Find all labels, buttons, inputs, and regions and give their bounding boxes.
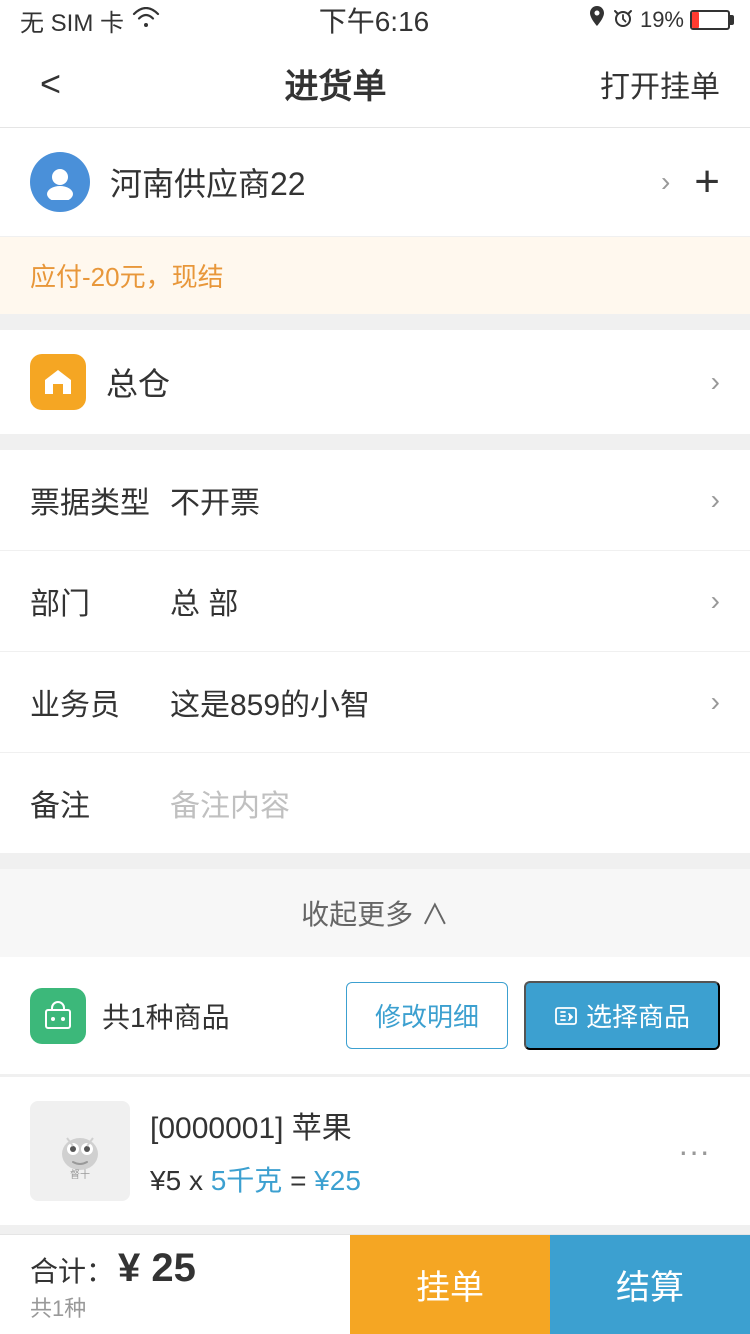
supplier-avatar xyxy=(30,152,90,212)
battery-label: 19% xyxy=(640,7,684,33)
remark-placeholder: 备注内容 xyxy=(150,781,720,825)
department-label: 部门 xyxy=(30,579,150,623)
collapse-text: 收起更多 ∧ xyxy=(301,893,449,933)
product-unit-price: ¥5 xyxy=(150,1165,181,1196)
products-section: 共1种商品 修改明细 选择商品 督十 xyxy=(0,957,750,1225)
supplier-name: 河南供应商22 xyxy=(110,159,661,205)
location-icon xyxy=(588,6,606,34)
chevron-icon: › xyxy=(711,484,720,516)
page-title: 进货单 xyxy=(285,59,387,108)
status-left: 无 SIM 卡 xyxy=(20,3,160,38)
status-bar: 无 SIM 卡 下午6:16 19% xyxy=(0,0,750,40)
department-row[interactable]: 部门 总 部 › xyxy=(0,551,750,652)
chevron-icon: › xyxy=(711,585,720,617)
total-label: 合计： xyxy=(30,1250,114,1290)
warehouse-icon xyxy=(30,354,86,410)
chevron-icon: › xyxy=(711,686,720,718)
total-amount: ¥ 25 xyxy=(118,1246,196,1291)
collapse-row[interactable]: 收起更多 ∧ xyxy=(0,869,750,957)
hold-button[interactable]: 挂单 xyxy=(350,1235,550,1334)
product-thumbnail: 督十 xyxy=(30,1101,130,1201)
wifi-icon xyxy=(132,6,160,34)
notice-banner: 应付-20元，现结 xyxy=(0,237,750,314)
total-section: 合计： ¥ 25 共1种 xyxy=(0,1235,350,1334)
checkout-button[interactable]: 结算 xyxy=(550,1235,750,1334)
products-icon xyxy=(30,988,86,1044)
notice-text: 应付-20元，现结 xyxy=(30,262,224,292)
warehouse-section: 总仓 › xyxy=(0,330,750,434)
svg-text:督十: 督十 xyxy=(70,1168,90,1181)
warehouse-name: 总仓 xyxy=(106,359,711,405)
total-count: 共1种 xyxy=(30,1291,320,1323)
product-price-row: ¥5 x 5千克 = ¥25 xyxy=(150,1159,668,1199)
products-count: 共1种商品 xyxy=(102,996,330,1036)
form-section: 票据类型 不开票 › 部门 总 部 › 业务员 这是859的小智 › 备注 备注… xyxy=(0,450,750,853)
chevron-icon: › xyxy=(661,166,670,198)
select-product-button[interactable]: 选择商品 xyxy=(524,981,720,1050)
salesperson-label: 业务员 xyxy=(30,680,150,724)
supplier-row[interactable]: 河南供应商22 › + xyxy=(0,128,750,237)
product-item: 督十 [0000001] 苹果 ¥5 x 5千克 = ¥25 ··· xyxy=(0,1077,750,1225)
carrier-label: 无 SIM 卡 xyxy=(20,3,124,38)
salesperson-value: 这是859的小智 xyxy=(150,680,711,724)
warehouse-row[interactable]: 总仓 › xyxy=(0,330,750,434)
status-right: 19% xyxy=(588,6,730,34)
select-product-label: 选择商品 xyxy=(586,997,690,1034)
add-button[interactable]: + xyxy=(694,160,720,204)
back-button[interactable]: < xyxy=(30,53,71,115)
supplier-section: 河南供应商22 › + 应付-20元，现结 xyxy=(0,128,750,314)
alarm-icon xyxy=(612,6,634,34)
salesperson-row[interactable]: 业务员 这是859的小智 › xyxy=(0,652,750,753)
invoice-type-value: 不开票 xyxy=(150,478,711,522)
equals-sign: = xyxy=(290,1165,314,1196)
price-separator: x xyxy=(189,1165,211,1196)
remark-row[interactable]: 备注 备注内容 xyxy=(0,753,750,853)
chevron-icon: › xyxy=(711,366,720,398)
department-value: 总 部 xyxy=(150,579,711,623)
product-quantity: 5千克 xyxy=(211,1165,283,1196)
open-hold-button[interactable]: 打开挂单 xyxy=(600,62,720,106)
product-info: [0000001] 苹果 ¥5 x 5千克 = ¥25 xyxy=(150,1103,668,1199)
status-time: 下午6:16 xyxy=(319,0,430,40)
invoice-type-label: 票据类型 xyxy=(30,478,150,522)
edit-detail-button[interactable]: 修改明细 xyxy=(346,982,508,1049)
nav-bar: < 进货单 打开挂单 xyxy=(0,40,750,128)
remark-label: 备注 xyxy=(30,781,150,825)
products-header: 共1种商品 修改明细 选择商品 xyxy=(0,957,750,1075)
invoice-type-row[interactable]: 票据类型 不开票 › xyxy=(0,450,750,551)
product-more-button[interactable]: ··· xyxy=(668,1123,720,1180)
product-total: ¥25 xyxy=(314,1165,361,1196)
bottom-bar: 合计： ¥ 25 共1种 挂单 结算 xyxy=(0,1234,750,1334)
battery-icon xyxy=(690,10,730,30)
product-name: [0000001] 苹果 xyxy=(150,1103,668,1147)
